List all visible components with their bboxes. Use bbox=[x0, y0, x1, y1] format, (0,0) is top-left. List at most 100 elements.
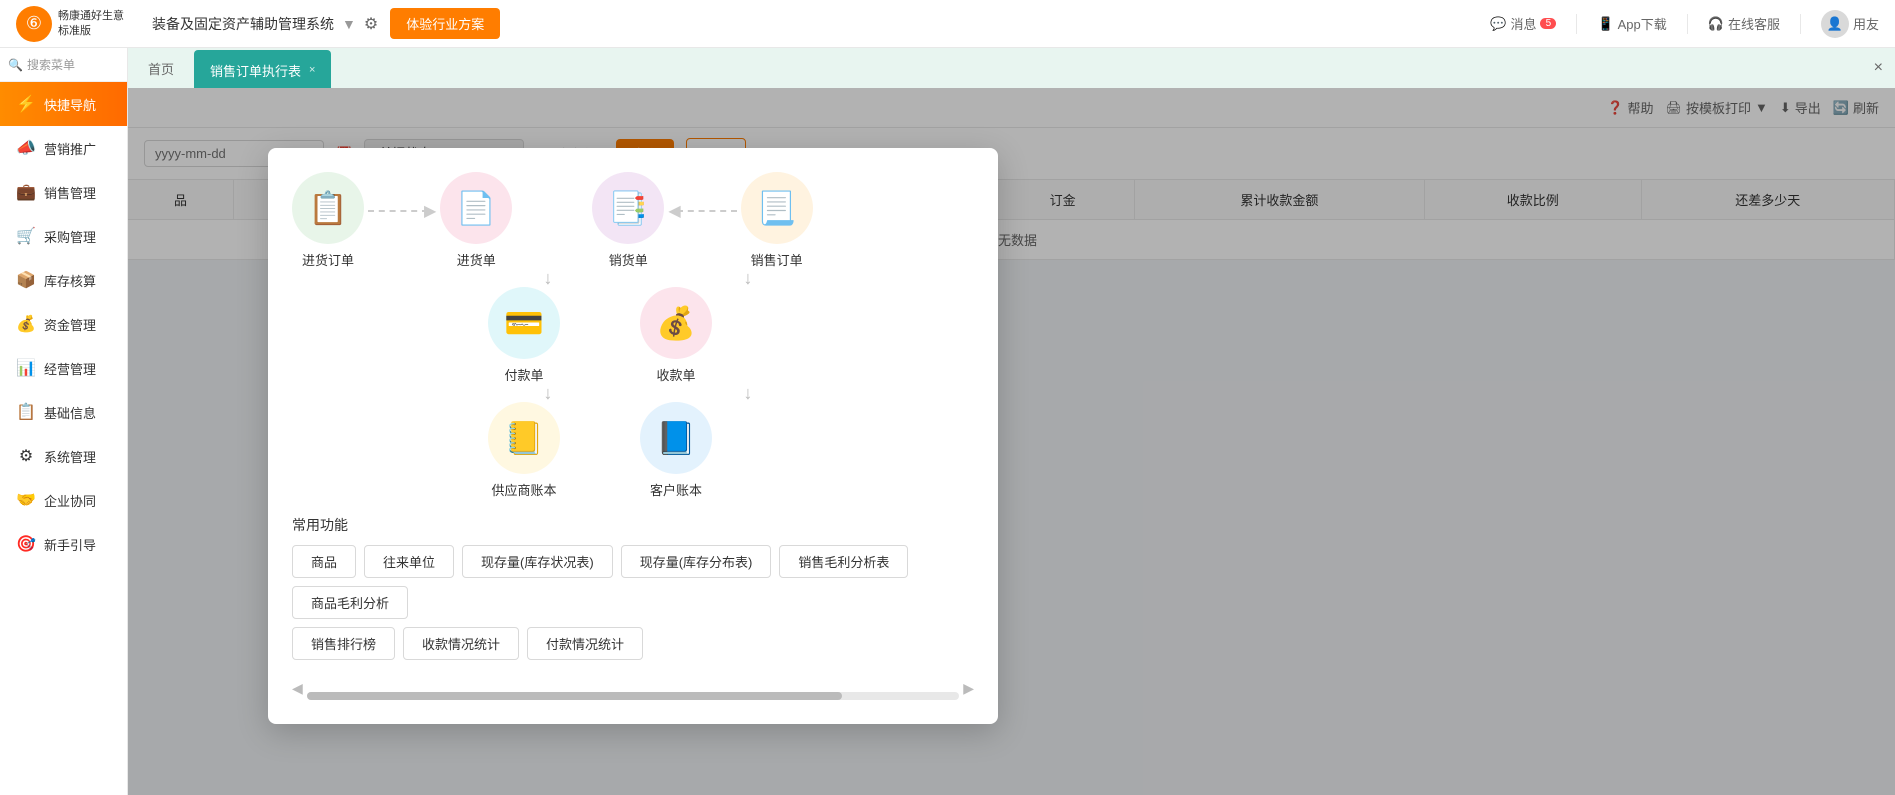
search-icon: 🔍 bbox=[8, 58, 23, 72]
func-btn-goods-profit[interactable]: 商品毛利分析 bbox=[292, 586, 408, 619]
inventory-icon: 📦 bbox=[16, 270, 36, 290]
tab-bar-right: × bbox=[1874, 59, 1895, 77]
purchase-order-circle[interactable]: 📋 bbox=[292, 172, 364, 244]
func-btns-row1: 商品 往来单位 现存量(库存状况表) 现存量(库存分布表) 销售毛利分析表 商品… bbox=[292, 545, 974, 619]
flow-row-3: 💳 付款单 💰 收款单 bbox=[292, 287, 974, 384]
app-icon: 📱 bbox=[1597, 16, 1613, 32]
message-badge: 5 bbox=[1540, 18, 1556, 29]
sidebar-item-guide[interactable]: 🎯 新手引导 bbox=[0, 522, 127, 566]
sidebar-item-basic-info[interactable]: 📋 基础信息 bbox=[0, 390, 127, 434]
purchase-bill-circle[interactable]: 📄 bbox=[440, 172, 512, 244]
sales-order-circle[interactable]: 📃 bbox=[741, 172, 813, 244]
search-label: 搜索菜单 bbox=[27, 56, 75, 73]
sales-order-label: 销售订单 bbox=[751, 250, 803, 269]
down-icon-sales: ↓ bbox=[744, 269, 753, 287]
sidebar-item-marketing[interactable]: 📣 营销推广 bbox=[0, 126, 127, 170]
modal-scrollbar-thumb[interactable] bbox=[307, 692, 842, 700]
divider1 bbox=[1576, 14, 1577, 34]
top-bar: ⑥ 畅康通好生意 标准版 装备及固定资产辅助管理系统 ▼ ⚙ 体验行业方案 💬 … bbox=[0, 0, 1895, 48]
sidebar-item-operations[interactable]: 📊 经营管理 bbox=[0, 346, 127, 390]
service-btn[interactable]: 🎧 在线客服 bbox=[1708, 14, 1780, 33]
dropdown-icon[interactable]: ▼ bbox=[342, 16, 356, 32]
flow-row-2: ↓ ↓ bbox=[292, 269, 974, 287]
tab-sales-order[interactable]: 销售订单执行表 × bbox=[194, 50, 331, 90]
user-label: 用友 bbox=[1853, 14, 1879, 33]
sidebar-item-finance[interactable]: 💰 资金管理 bbox=[0, 302, 127, 346]
sidebar-item-inventory[interactable]: 📦 库存核算 bbox=[0, 258, 127, 302]
basic-info-icon: 📋 bbox=[16, 402, 36, 422]
purchase-bill-icon: 📄 bbox=[456, 189, 496, 227]
system-title-text: 装备及固定资产辅助管理系统 bbox=[152, 14, 334, 34]
func-btn-receipt-stat[interactable]: 收款情况统计 bbox=[403, 627, 519, 660]
flow-node-sales-bill: 📑 销货单 bbox=[592, 172, 664, 269]
modal-scrollbar bbox=[307, 692, 959, 700]
flow-node-receipt: 💰 收款单 bbox=[640, 287, 712, 384]
quick-nav-label: 快捷导航 bbox=[44, 95, 96, 114]
sidebar-search[interactable]: 🔍 搜索菜单 bbox=[0, 48, 127, 82]
common-func-title: 常用功能 bbox=[292, 515, 974, 535]
finance-icon: 💰 bbox=[16, 314, 36, 334]
scroll-left-btn[interactable]: ◀ bbox=[292, 680, 303, 697]
content-body: ❓ 帮助 🖨 按模板打印 ▼ ⬇ 导出 🔄 刷新 bbox=[128, 88, 1895, 795]
operations-label: 经营管理 bbox=[44, 359, 96, 378]
sidebar-item-enterprise[interactable]: 🤝 企业协同 bbox=[0, 478, 127, 522]
tab-label: 销售订单执行表 bbox=[210, 61, 301, 80]
arrow-purchase-to-bill: ▶ bbox=[368, 201, 436, 221]
settings-icon[interactable]: ⚙ bbox=[364, 14, 378, 34]
scroll-right-btn[interactable]: ▶ bbox=[963, 680, 974, 697]
purchase-order-icon: 📋 bbox=[308, 189, 348, 227]
sidebar-item-purchase[interactable]: 🛒 采购管理 bbox=[0, 214, 127, 258]
basic-info-label: 基础信息 bbox=[44, 403, 96, 422]
modal-overlay[interactable]: 📋 进货订单 ▶ bbox=[128, 88, 1895, 795]
enterprise-icon: 🤝 bbox=[16, 490, 36, 510]
func-btn-sales-rank[interactable]: 销售排行榜 bbox=[292, 627, 395, 660]
logo-text: 畅康通好生意 标准版 bbox=[58, 9, 124, 38]
receipt-circle[interactable]: 💰 bbox=[640, 287, 712, 359]
flow-node-sales-order: 📃 销售订单 bbox=[741, 172, 813, 269]
flow-node-purchase-bill: 📄 进货单 bbox=[440, 172, 512, 269]
func-btn-goods[interactable]: 商品 bbox=[292, 545, 356, 578]
flow-row-4: ↓ ↓ bbox=[292, 384, 974, 402]
payment-circle[interactable]: 💳 bbox=[488, 287, 560, 359]
customer-icon: 📘 bbox=[656, 419, 696, 457]
enterprise-label: 企业协同 bbox=[44, 491, 96, 510]
sidebar-item-quick-nav[interactable]: ⚡ 快捷导航 bbox=[0, 82, 127, 126]
func-btn-stock-status[interactable]: 现存量(库存状况表) bbox=[462, 545, 613, 578]
marketing-icon: 📣 bbox=[16, 138, 36, 158]
flow-node-customer: 📘 客户账本 bbox=[640, 402, 712, 499]
func-btns-row2: 销售排行榜 收款情况统计 付款情况统计 bbox=[292, 627, 974, 660]
func-btn-stock-dist[interactable]: 现存量(库存分布表) bbox=[621, 545, 772, 578]
service-icon: 🎧 bbox=[1708, 16, 1724, 32]
user-area[interactable]: 👤 用友 bbox=[1821, 10, 1879, 38]
logo-icon: ⑥ bbox=[16, 6, 52, 42]
logo-line1: 畅康通好生意 bbox=[58, 9, 124, 23]
app-download-btn[interactable]: 📱 App下载 bbox=[1597, 14, 1666, 33]
top-right: 💬 消息 5 📱 App下载 🎧 在线客服 👤 用友 bbox=[1490, 10, 1879, 38]
arrow-sales-to-bill: ◀ bbox=[668, 201, 736, 221]
supplier-icon: 📒 bbox=[504, 419, 544, 457]
sidebar-search-inner[interactable]: 🔍 搜索菜单 bbox=[8, 56, 119, 73]
sales-bill-circle[interactable]: 📑 bbox=[592, 172, 664, 244]
sidebar-item-system[interactable]: ⚙ 系统管理 bbox=[0, 434, 127, 478]
customer-label: 客户账本 bbox=[650, 480, 702, 499]
payment-icon: 💳 bbox=[504, 304, 544, 342]
tab-close-icon[interactable]: × bbox=[309, 64, 315, 76]
main-area: 🔍 搜索菜单 ⚡ 快捷导航 📣 营销推广 💼 销售管理 🛒 bbox=[0, 48, 1895, 795]
sidebar-item-sales[interactable]: 💼 销售管理 bbox=[0, 170, 127, 214]
customer-circle[interactable]: 📘 bbox=[640, 402, 712, 474]
experience-btn[interactable]: 体验行业方案 bbox=[390, 8, 500, 39]
func-btn-payment-stat[interactable]: 付款情况统计 bbox=[527, 627, 643, 660]
sales-bill-icon: 📑 bbox=[608, 189, 648, 227]
tab-home[interactable]: 首页 bbox=[128, 48, 194, 88]
purchase-order-label: 进货订单 bbox=[302, 250, 354, 269]
supplier-circle[interactable]: 📒 bbox=[488, 402, 560, 474]
sales-bill-label: 销货单 bbox=[609, 250, 648, 269]
message-btn[interactable]: 💬 消息 5 bbox=[1490, 14, 1556, 33]
func-btn-partners[interactable]: 往来单位 bbox=[364, 545, 454, 578]
close-all-btn[interactable]: × bbox=[1874, 59, 1883, 77]
flow-node-payment: 💳 付款单 bbox=[488, 287, 560, 384]
func-btn-sales-profit[interactable]: 销售毛利分析表 bbox=[779, 545, 908, 578]
tab-bar: 首页 销售订单执行表 × × bbox=[128, 48, 1895, 88]
down-icon-receipt: ↓ bbox=[744, 384, 753, 402]
quick-nav-icon: ⚡ bbox=[16, 94, 36, 114]
